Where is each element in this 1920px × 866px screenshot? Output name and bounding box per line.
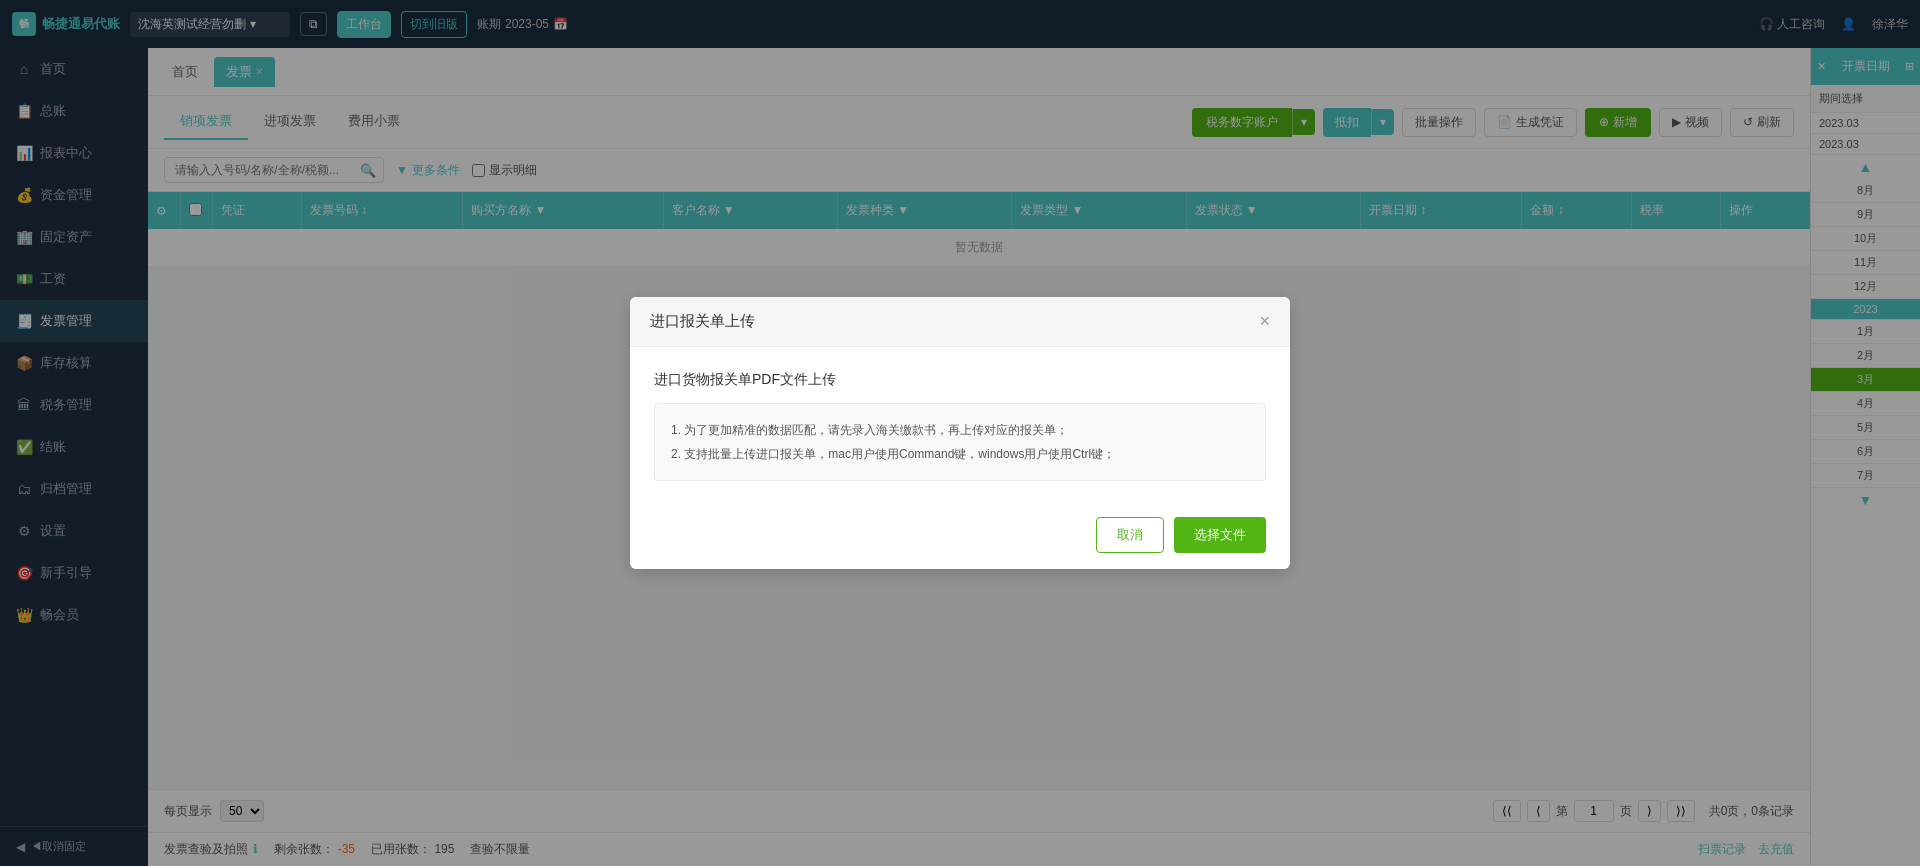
app-container: 畅 畅捷通易代账 沈海英测试经营勿删 ▾ ⧉ 工作台 切到旧版 账期 2023-…	[0, 0, 1920, 866]
modal-close-button[interactable]: ×	[1259, 311, 1270, 332]
modal-body: 进口货物报关单PDF文件上传 1. 为了更加精准的数据匹配，请先录入海关缴款书，…	[630, 347, 1290, 501]
modal-info-box: 1. 为了更加精准的数据匹配，请先录入海关缴款书，再上传对应的报关单； 2. 支…	[654, 403, 1266, 481]
modal-title: 进口报关单上传	[650, 312, 755, 331]
modal-info-line2: 2. 支持批量上传进口报关单，mac用户使用Command键，windows用户…	[671, 442, 1249, 466]
select-file-button[interactable]: 选择文件	[1174, 517, 1266, 553]
modal-section-title: 进口货物报关单PDF文件上传	[654, 371, 1266, 389]
cancel-button[interactable]: 取消	[1096, 517, 1164, 553]
modal-footer: 取消 选择文件	[630, 501, 1290, 569]
modal-overlay[interactable]: 进口报关单上传 × 进口货物报关单PDF文件上传 1. 为了更加精准的数据匹配，…	[0, 0, 1920, 866]
modal-header: 进口报关单上传 ×	[630, 297, 1290, 347]
modal-info-line1: 1. 为了更加精准的数据匹配，请先录入海关缴款书，再上传对应的报关单；	[671, 418, 1249, 442]
import-modal: 进口报关单上传 × 进口货物报关单PDF文件上传 1. 为了更加精准的数据匹配，…	[630, 297, 1290, 569]
